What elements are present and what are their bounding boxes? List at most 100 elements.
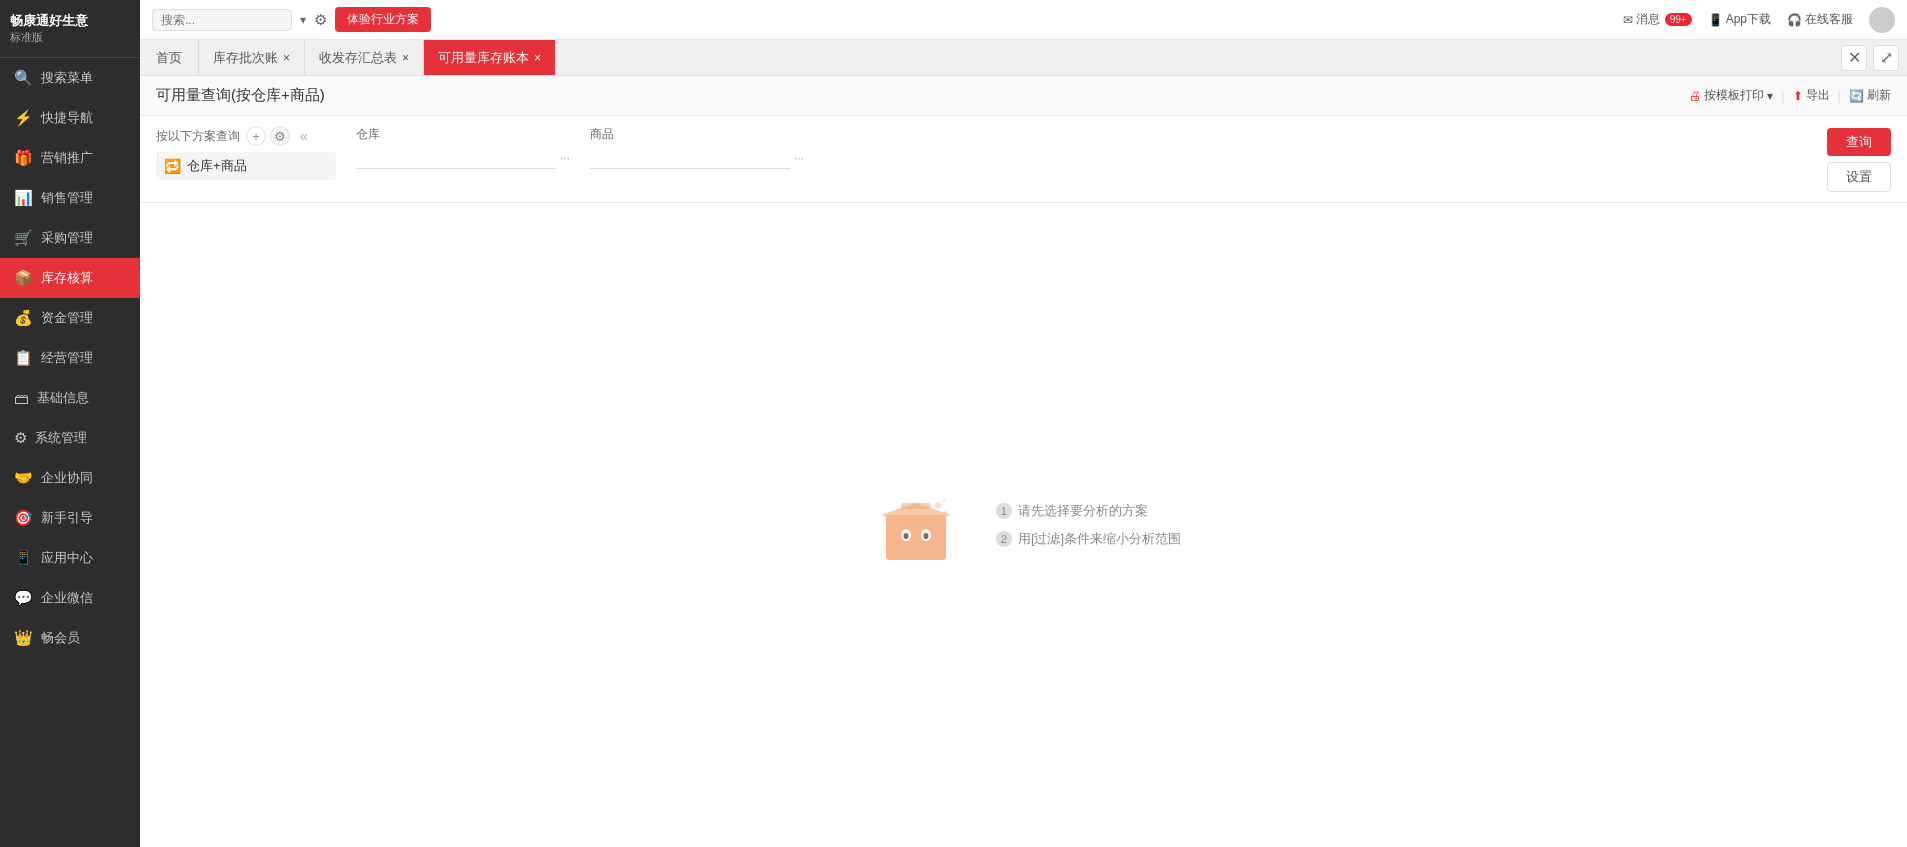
sidebar-item-member[interactable]: 👑 畅会员 [0,618,140,658]
tab-home[interactable]: 首页 [140,40,199,75]
sidebar-icon-app-center: 📱 [14,549,33,567]
filter-area: 按以下方案查询 + ⚙ « 🔁 仓库+商品 仓库 ··· 商 [140,116,1907,203]
sidebar-icon-wechat: 💬 [14,589,33,607]
brand-name: 畅康通好生意 [10,12,130,30]
svg-point-6 [903,533,908,539]
goods-input[interactable] [590,147,790,169]
sidebar-label-wechat: 企业微信 [41,589,93,607]
page-header: 可用量查询(按仓库+商品) 🖨 按模板打印 ▾ | ⬆ 导出 | 🔄 刷新 [140,76,1907,116]
warehouse-more-btn[interactable]: ··· [560,151,570,165]
tip-num-2: 2 [996,531,1012,547]
print-dropdown-icon: ▾ [1767,89,1773,103]
add-scheme-btn[interactable]: + [246,126,266,146]
settings-scheme-btn[interactable]: ⚙ [270,126,290,146]
sidebar-item-basic[interactable]: 🗃 基础信息 [0,378,140,418]
tab-batch-account[interactable]: 库存批次账 × [199,40,305,75]
sidebar: 畅康通好生意 标准版 🔍 搜索菜单 ⚡ 快捷导航 🎁 营销推广 📊 销售管理 🛒… [0,0,140,847]
sidebar-icon-marketing: 🎁 [14,149,33,167]
sidebar-icon-system: ⚙ [14,429,27,447]
sidebar-label-sales: 销售管理 [41,189,93,207]
tab-label-summary: 收发存汇总表 [319,49,397,67]
sidebar-label-inventory: 库存核算 [41,269,93,287]
sidebar-item-newbie[interactable]: 🎯 新手引导 [0,498,140,538]
sidebar-item-operation[interactable]: 📋 经营管理 [0,338,140,378]
sidebar-item-inventory[interactable]: 📦 库存核算 [0,258,140,298]
sidebar-icon-sales: 📊 [14,189,33,207]
divider1: | [1781,88,1784,103]
brand-sub: 标准版 [10,30,130,45]
avatar[interactable] [1869,7,1895,33]
tip-1: 1 请先选择要分析的方案 [996,502,1181,520]
query-btn[interactable]: 查询 [1827,128,1891,156]
sidebar-label-purchase: 采购管理 [41,229,93,247]
goods-more-btn[interactable]: ··· [794,151,804,165]
filter-actions: 查询 设置 [1827,126,1891,192]
export-btn[interactable]: ⬆ 导出 [1793,87,1830,104]
sidebar-item-app-center[interactable]: 📱 应用中心 [0,538,140,578]
tab-close-available-ledger[interactable]: × [534,51,541,65]
close-tab-btn[interactable]: ✕ [1841,45,1867,71]
tip-2: 2 用[过滤]条件来缩小分析范围 [996,530,1181,548]
sidebar-icon-search: 🔍 [14,69,33,87]
sidebar-item-finance[interactable]: 💰 资金管理 [0,298,140,338]
goods-field: 商品 ··· [590,126,804,169]
expand-btn[interactable]: ⤢ [1873,45,1899,71]
scheme-item-label: 仓库+商品 [187,157,247,175]
warehouse-label: 仓库 [356,126,570,143]
sidebar-icon-shortcut: ⚡ [14,109,33,127]
topbar-search-input[interactable] [152,9,292,31]
tab-summary[interactable]: 收发存汇总表 × [305,40,424,75]
filter-scheme-label: 按以下方案查询 + ⚙ « [156,126,336,146]
online-service-link[interactable]: 🎧 在线客服 [1787,11,1853,28]
tabs-right-controls: ✕ ⤢ [1841,45,1907,71]
sidebar-item-shortcut[interactable]: ⚡ 快捷导航 [0,98,140,138]
refresh-btn[interactable]: 🔄 刷新 [1849,87,1891,104]
sidebar-icon-enterprise: 🤝 [14,469,33,487]
sidebar-icon-basic: 🗃 [14,390,29,407]
sidebar-item-wechat[interactable]: 💬 企业微信 [0,578,140,618]
sidebar-icon-finance: 💰 [14,309,33,327]
sidebar-label-search: 搜索菜单 [41,69,93,87]
tab-label-home: 首页 [156,49,182,67]
sidebar-scroll: 🔍 搜索菜单 ⚡ 快捷导航 🎁 营销推广 📊 销售管理 🛒 采购管理 📦 库存核… [0,58,140,847]
tab-label-batch-account: 库存批次账 [213,49,278,67]
topbar-dropdown-icon[interactable]: ▾ [300,13,306,27]
tip-text-2: 用[过滤]条件来缩小分析范围 [1018,530,1181,548]
divider2: | [1838,88,1841,103]
tab-available-ledger[interactable]: 可用量库存账本× [424,40,556,75]
filter-setting-btn[interactable]: 设置 [1827,162,1891,192]
sidebar-item-purchase[interactable]: 🛒 采购管理 [0,218,140,258]
sidebar-item-marketing[interactable]: 🎁 营销推广 [0,138,140,178]
app-download-link[interactable]: 📱 App下载 [1708,11,1771,28]
tip-text-1: 请先选择要分析的方案 [1018,502,1148,520]
print-btn[interactable]: 🖨 按模板打印 ▾ [1689,87,1773,104]
sidebar-item-search[interactable]: 🔍 搜索菜单 [0,58,140,98]
sidebar-label-enterprise: 企业协同 [41,469,93,487]
main-content: ▾ ⚙ 体验行业方案 ✉ 消息 99+ 📱 App下载 🎧 在线客服 首页库存批… [140,0,1907,847]
sidebar-icon-operation: 📋 [14,349,33,367]
warehouse-input[interactable] [356,147,556,169]
tab-close-batch-account[interactable]: × [283,51,290,65]
scheme-item-warehouse-goods[interactable]: 🔁 仓库+商品 [156,152,336,180]
sidebar-header: 畅康通好生意 标准版 [0,0,140,58]
collapse-btn[interactable]: « [300,128,308,144]
sidebar-item-enterprise[interactable]: 🤝 企业协同 [0,458,140,498]
sidebar-label-newbie: 新手引导 [41,509,93,527]
scheme-refresh-icon: 🔁 [164,158,181,174]
sidebar-label-basic: 基础信息 [37,389,89,407]
page-title: 可用量查询(按仓库+商品) [156,86,325,105]
sidebar-label-app-center: 应用中心 [41,549,93,567]
messages-link[interactable]: ✉ 消息 99+ [1623,11,1692,28]
tab-close-summary[interactable]: × [402,51,409,65]
industry-btn[interactable]: 体验行业方案 [335,7,431,32]
empty-illustration-svg [866,475,966,575]
sidebar-item-system[interactable]: ⚙ 系统管理 [0,418,140,458]
topbar-gear-icon[interactable]: ⚙ [314,11,327,29]
sidebar-label-member: 畅会员 [41,629,80,647]
sidebar-item-sales[interactable]: 📊 销售管理 [0,178,140,218]
sidebar-icon-purchase: 🛒 [14,229,33,247]
topbar: ▾ ⚙ 体验行业方案 ✉ 消息 99+ 📱 App下载 🎧 在线客服 [140,0,1907,40]
export-icon: ⬆ [1793,89,1803,103]
page-actions: 🖨 按模板打印 ▾ | ⬆ 导出 | 🔄 刷新 [1689,87,1891,104]
sidebar-label-marketing: 营销推广 [41,149,93,167]
